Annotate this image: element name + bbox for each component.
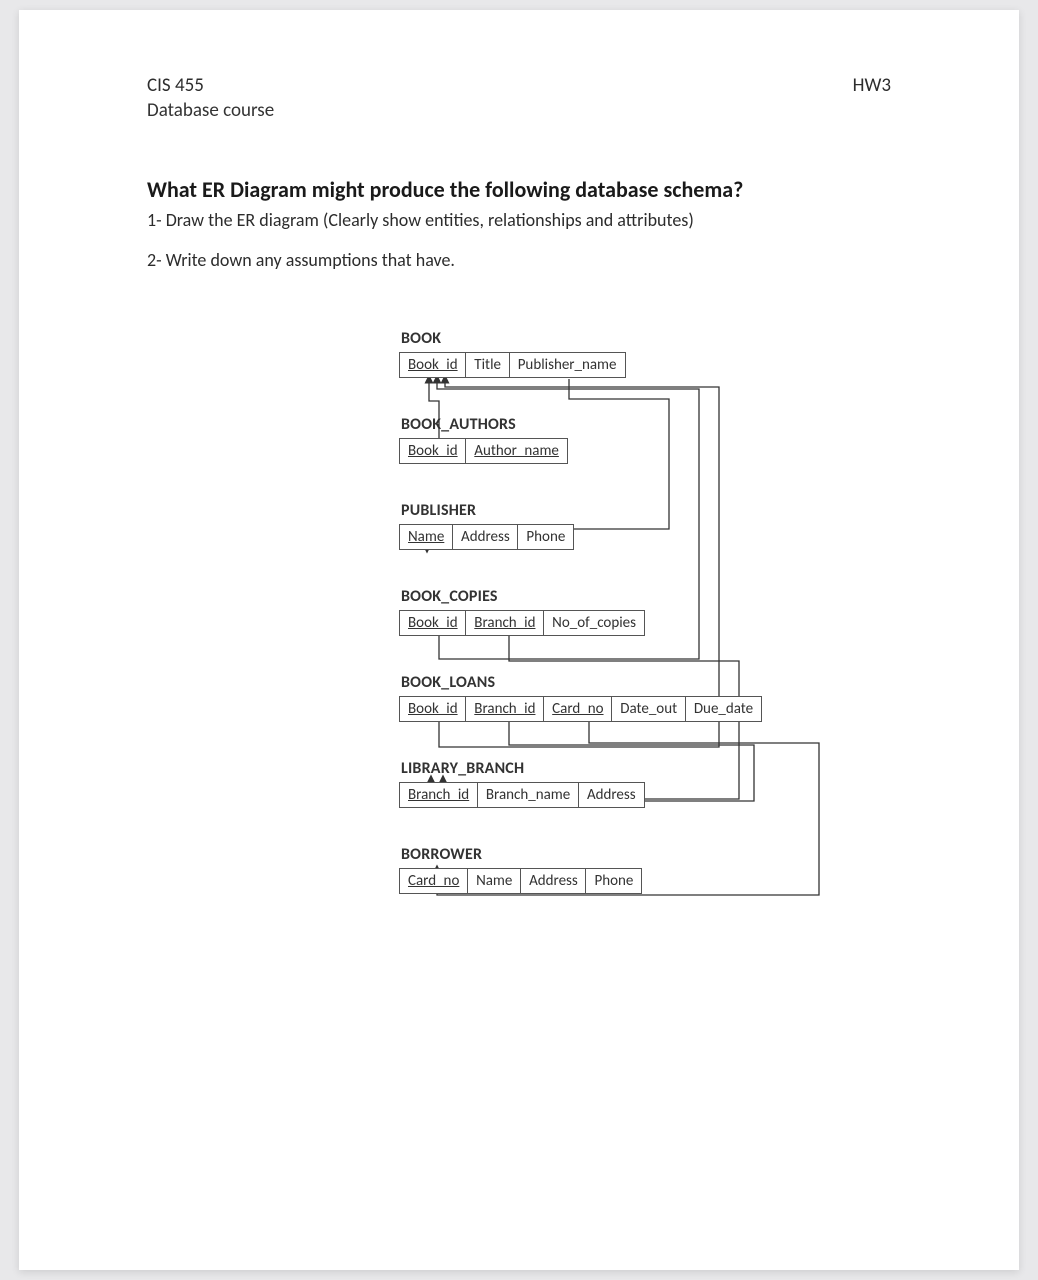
table-library-branch: LIBRARY_BRANCH Branch_id Branch_name Add… — [399, 759, 645, 808]
column-branch-name: Branch_name — [477, 782, 579, 808]
table-book-copies: BOOK_COPIES Book_id Branch_id No_of_copi… — [399, 587, 645, 636]
column-publisher-name: Publisher_name — [509, 352, 626, 378]
column-card-no: Card_no — [399, 868, 468, 894]
page-content: CIS 455 HW3 Database course What ER Diag… — [19, 10, 1019, 1029]
table-row: Branch_id Branch_name Address — [399, 782, 645, 808]
column-address: Address — [578, 782, 645, 808]
document-page: CIS 455 HW3 Database course What ER Diag… — [19, 10, 1019, 1270]
table-title: BOOK_LOANS — [401, 673, 762, 692]
schema-diagram: BOOK Book_id Title Publisher_name BOOK_A… — [147, 329, 891, 949]
column-date-out: Date_out — [611, 696, 686, 722]
table-row: Card_no Name Address Phone — [399, 868, 642, 894]
column-phone: Phone — [585, 868, 642, 894]
table-title: PUBLISHER — [401, 501, 574, 520]
table-row: Book_id Branch_id Card_no Date_out Due_d… — [399, 696, 762, 722]
table-book-authors: BOOK_AUTHORS Book_id Author_name — [399, 415, 568, 464]
column-name: Name — [399, 524, 453, 550]
table-row: Book_id Title Publisher_name — [399, 352, 626, 378]
table-row: Book_id Author_name — [399, 438, 568, 464]
homework-label: HW3 — [853, 72, 891, 101]
column-book-id: Book_id — [399, 610, 467, 636]
column-title: Title — [465, 352, 510, 378]
table-borrower: BORROWER Card_no Name Address Phone — [399, 845, 642, 894]
column-book-id: Book_id — [399, 696, 467, 722]
column-card-no: Card_no — [543, 696, 612, 722]
table-book: BOOK Book_id Title Publisher_name — [399, 329, 626, 378]
table-row: Book_id Branch_id No_of_copies — [399, 610, 645, 636]
column-name: Name — [467, 868, 521, 894]
column-address: Address — [452, 524, 519, 550]
column-author-name: Author_name — [465, 438, 568, 464]
table-title: BOOK_AUTHORS — [401, 415, 568, 434]
course-code: CIS 455 — [147, 72, 204, 101]
table-title: BOOK — [401, 329, 626, 348]
question-heading: What ER Diagram might produce the follow… — [147, 176, 891, 203]
column-book-id: Book_id — [399, 352, 467, 378]
table-book-loans: BOOK_LOANS Book_id Branch_id Card_no Dat… — [399, 673, 762, 722]
table-row: Name Address Phone — [399, 524, 574, 550]
question-instruction-2: 2- Write down any assumptions that have. — [147, 249, 891, 271]
column-branch-id: Branch_id — [465, 696, 544, 722]
table-title: BOOK_COPIES — [401, 587, 645, 606]
page-header: CIS 455 HW3 — [147, 72, 891, 101]
column-no-of-copies: No_of_copies — [543, 610, 645, 636]
table-publisher: PUBLISHER Name Address Phone — [399, 501, 574, 550]
column-due-date: Due_date — [685, 696, 762, 722]
column-phone: Phone — [517, 524, 574, 550]
course-name: Database course — [147, 99, 891, 122]
table-title: LIBRARY_BRANCH — [401, 759, 645, 778]
column-book-id: Book_id — [399, 438, 467, 464]
column-address: Address — [520, 868, 587, 894]
schema-diagram-inner: BOOK Book_id Title Publisher_name BOOK_A… — [399, 329, 959, 949]
table-title: BORROWER — [401, 845, 642, 864]
question-instruction-1: 1- Draw the ER diagram (Clearly show ent… — [147, 209, 891, 231]
column-branch-id: Branch_id — [399, 782, 478, 808]
column-branch-id: Branch_id — [465, 610, 544, 636]
